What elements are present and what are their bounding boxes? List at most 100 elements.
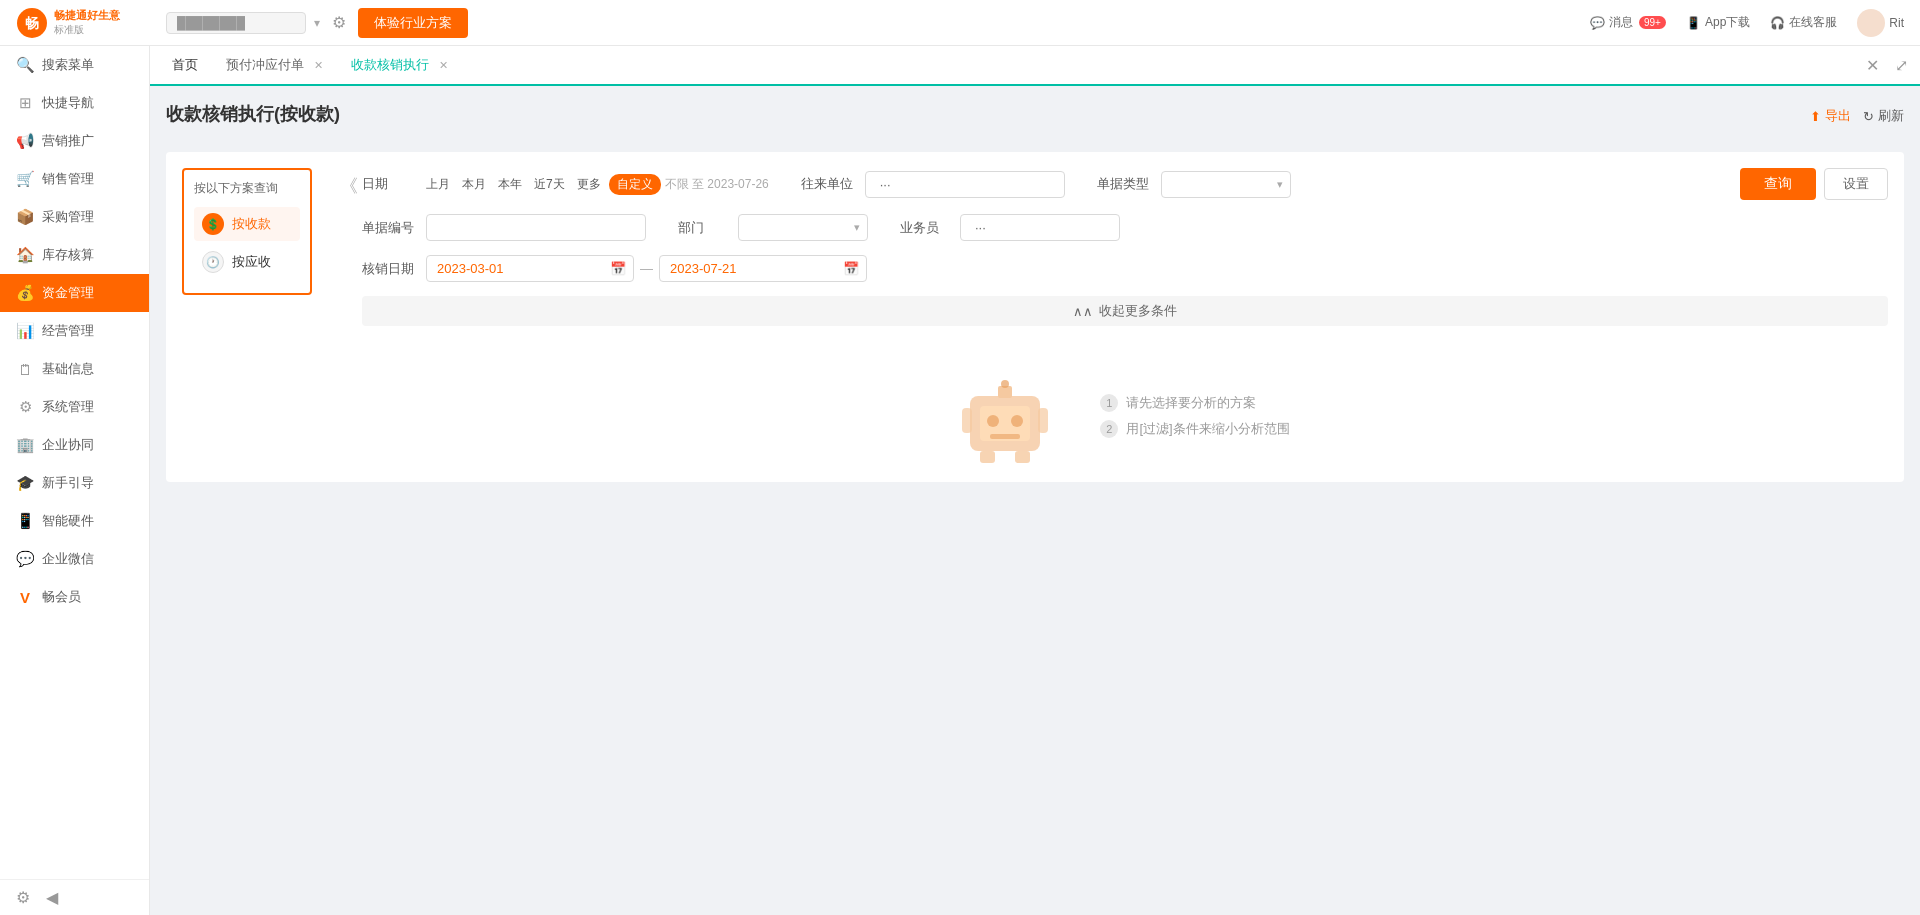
empty-hints: 1 请先选择要分析的方案 2 用[过滤]条件来缩小分析范围 — [1100, 394, 1289, 438]
sidebar-item-label-guide: 新手引导 — [42, 474, 94, 492]
writeoff-date-range: 📅 — 📅 — [426, 255, 867, 282]
form-row-writeoff: 核销日期 📅 — 📅 — [362, 255, 1888, 282]
dept-select-wrap — [738, 214, 868, 241]
doc-type-select[interactable] — [1161, 171, 1291, 198]
sidebar-item-system[interactable]: ⚙ 系统管理 — [0, 388, 149, 426]
hint-number-2: 2 — [1100, 420, 1118, 438]
sidebar-item-label-marketing: 营销推广 — [42, 132, 94, 150]
date-shortcut-prev-month[interactable]: 上月 — [422, 174, 454, 195]
sidebar-collapse-icon[interactable]: ◀ — [46, 888, 58, 907]
settings-gear-icon[interactable]: ⚙ — [328, 9, 350, 36]
app-logo: 畅 畅捷通好生意 标准版 — [16, 7, 166, 39]
writeoff-date-end[interactable] — [659, 255, 867, 282]
company-selector[interactable]: ████████ — [166, 12, 306, 34]
user-avatar[interactable]: Rit — [1857, 9, 1904, 37]
export-btn[interactable]: ⬆ 导出 — [1810, 107, 1851, 125]
finance-icon: 💰 — [16, 284, 34, 302]
tab-expand-icon[interactable]: ⤢ — [1891, 52, 1912, 79]
docno-label: 单据编号 — [362, 219, 414, 237]
sidebar-item-purchase[interactable]: 📦 采购管理 — [0, 198, 149, 236]
sidebar-item-label-search: 搜索菜单 — [42, 56, 94, 74]
filter-by-receivable[interactable]: 🕐 按应收 — [194, 245, 300, 279]
card-toolbar: ⬆ 导出 ↻ 刷新 — [1810, 107, 1904, 125]
export-icon: ⬆ — [1810, 109, 1821, 124]
filter-receivable-icon: 🕐 — [202, 251, 224, 273]
tab-collection-close[interactable]: ✕ — [439, 60, 448, 71]
company-dropdown-icon[interactable]: ▾ — [314, 16, 320, 30]
page-title: 收款核销执行(按收款) — [166, 102, 340, 126]
guide-icon: 🎓 — [16, 474, 34, 492]
sidebar-item-label-system: 系统管理 — [42, 398, 94, 416]
tab-prepay[interactable]: 预付冲应付单 ✕ — [212, 46, 337, 86]
app-name: 畅捷通好生意 — [54, 8, 120, 23]
counterpart-placeholder: ··· — [880, 177, 891, 192]
app-download-btn[interactable]: 📱 App下载 — [1686, 14, 1750, 31]
date-shortcut-this-year[interactable]: 本年 — [494, 174, 526, 195]
sidebar-item-enterprise[interactable]: 🏢 企业协同 — [0, 426, 149, 464]
filter-sidebar-title: 按以下方案查询 — [194, 180, 300, 197]
page-content: 收款核销执行(按收款) ⬆ 导出 ↻ 刷新 按以下方 — [150, 86, 1920, 915]
tab-close-all-icon[interactable]: ✕ — [1862, 52, 1883, 79]
sidebar-item-wechat[interactable]: 💬 企业微信 — [0, 540, 149, 578]
writeoff-date-start[interactable] — [426, 255, 634, 282]
sidebar-item-marketing[interactable]: 📢 营销推广 — [0, 122, 149, 160]
collapse-more-btn[interactable]: ∧∧ 收起更多条件 — [362, 296, 1888, 326]
tab-collection[interactable]: 收款核销执行 ✕ — [337, 46, 462, 86]
sidebar-item-operations[interactable]: 📊 经营管理 — [0, 312, 149, 350]
content-card: 按以下方案查询 💲 按收款 🕐 按应收 《 — [166, 152, 1904, 482]
sidebar-item-basic[interactable]: 🗒 基础信息 — [0, 350, 149, 388]
main-area: 首页 预付冲应付单 ✕ 收款核销执行 ✕ ✕ ⤢ 收款核销执行(按收款) — [150, 46, 1920, 915]
doc-type-select-wrap — [1161, 171, 1291, 198]
app-edition: 标准版 — [54, 23, 120, 37]
sidebar-item-inventory[interactable]: 🏠 库存核算 — [0, 236, 149, 274]
marketing-icon: 📢 — [16, 132, 34, 150]
date-shortcut-this-month[interactable]: 本月 — [458, 174, 490, 195]
message-btn[interactable]: 💬 消息 99+ — [1590, 14, 1666, 31]
system-icon: ⚙ — [16, 398, 34, 416]
settings-btn[interactable]: 设置 — [1824, 168, 1888, 200]
filter-by-receipt[interactable]: 💲 按收款 — [194, 207, 300, 241]
sidebar-item-shortcut[interactable]: ⊞ 快捷导航 — [0, 84, 149, 122]
online-service-btn[interactable]: 🎧 在线客服 — [1770, 14, 1837, 31]
app-download-icon: 📱 — [1686, 16, 1701, 30]
sidebar-item-search[interactable]: 🔍 搜索菜单 — [0, 46, 149, 84]
sidebar-item-guide[interactable]: 🎓 新手引导 — [0, 464, 149, 502]
filter-collapse-btn[interactable]: 《 — [336, 170, 362, 202]
dept-label: 部门 — [678, 219, 726, 237]
sidebar-settings-icon[interactable]: ⚙ — [16, 888, 30, 907]
date-shortcut-7days[interactable]: 近7天 — [530, 174, 569, 195]
date-shortcut-custom[interactable]: 自定义 — [609, 174, 661, 195]
sidebar-item-label-basic: 基础信息 — [42, 360, 94, 378]
tabbar-actions: ✕ ⤢ — [1862, 52, 1912, 79]
sidebar-item-sales[interactable]: 🛒 销售管理 — [0, 160, 149, 198]
form-row-date: 日期 上月 本月 本年 近7天 更多 自定义 不限 至 2023-07-26 往… — [362, 168, 1888, 200]
tabbar: 首页 预付冲应付单 ✕ 收款核销执行 ✕ ✕ ⤢ — [150, 46, 1920, 86]
svg-rect-10 — [1038, 408, 1048, 433]
company-area: ████████ ▾ ⚙ 体验行业方案 — [166, 8, 1590, 38]
refresh-btn[interactable]: ↻ 刷新 — [1863, 107, 1904, 125]
collapse-up-icon: ∧∧ — [1073, 304, 1093, 319]
sidebar-item-member[interactable]: V 畅会员 — [0, 578, 149, 616]
docno-input[interactable] — [426, 214, 646, 241]
topbar-right: 💬 消息 99+ 📱 App下载 🎧 在线客服 Rit — [1590, 9, 1904, 37]
tab-home-label: 首页 — [172, 56, 198, 74]
hint-text-1: 请先选择要分析的方案 — [1126, 394, 1256, 412]
dept-select[interactable] — [738, 214, 868, 241]
hint-text-2: 用[过滤]条件来缩小分析范围 — [1126, 420, 1289, 438]
tab-home[interactable]: 首页 — [158, 46, 212, 86]
svg-rect-6 — [990, 434, 1020, 439]
sidebar-item-finance[interactable]: 💰 资金管理 — [0, 274, 149, 312]
hint-number-1: 1 — [1100, 394, 1118, 412]
tab-prepay-close[interactable]: ✕ — [314, 60, 323, 71]
date-shortcut-more[interactable]: 更多 — [573, 174, 605, 195]
filter-receivable-label: 按应收 — [232, 253, 271, 271]
salesperson-input[interactable]: ··· — [960, 214, 1120, 241]
counterpart-input[interactable]: ··· — [865, 171, 1065, 198]
form-row-docno: 单据编号 部门 业务员 ··· — [362, 214, 1888, 241]
query-btn[interactable]: 查询 — [1740, 168, 1816, 200]
industry-btn[interactable]: 体验行业方案 — [358, 8, 468, 38]
purchase-icon: 📦 — [16, 208, 34, 226]
sidebar-item-hardware[interactable]: 📱 智能硬件 — [0, 502, 149, 540]
date-range-separator: — — [640, 261, 653, 276]
salesperson-placeholder: ··· — [975, 220, 986, 235]
